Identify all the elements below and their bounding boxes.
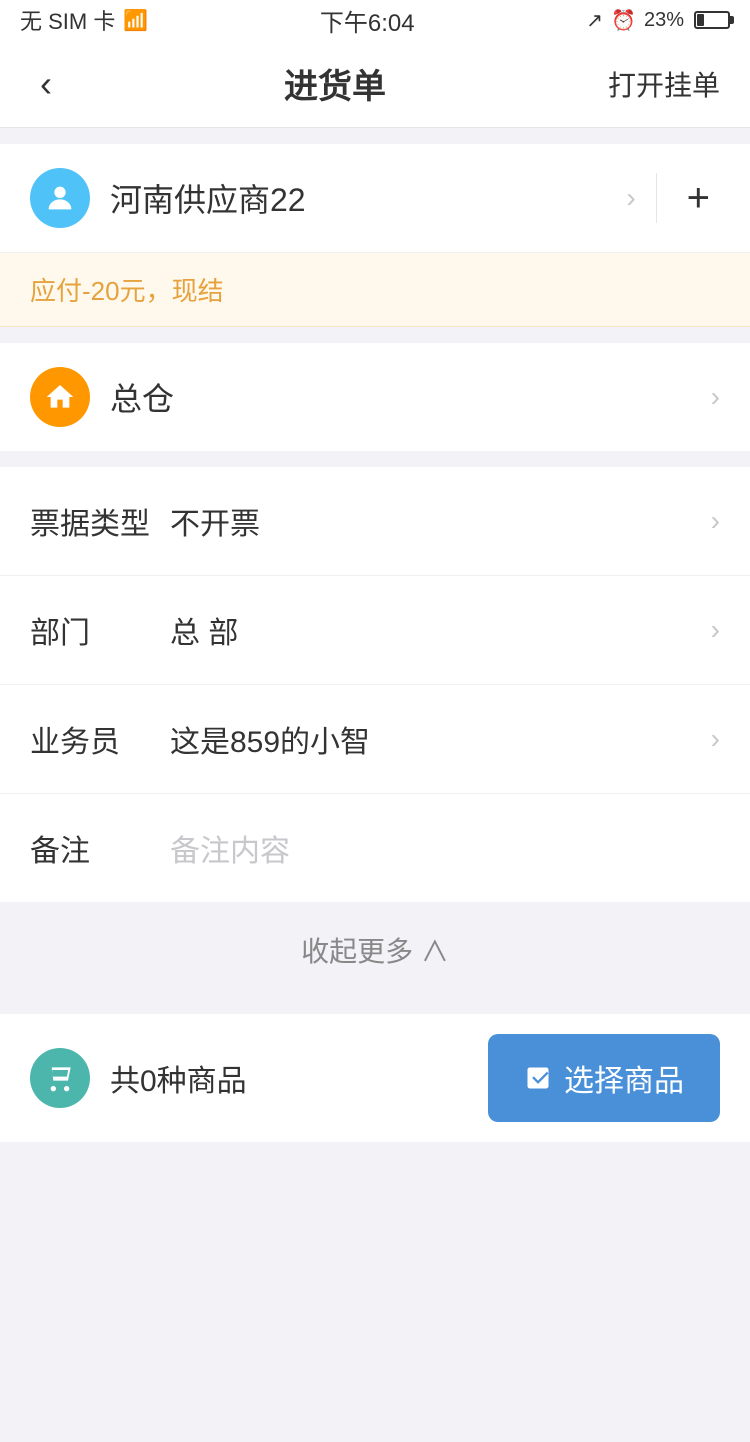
warning-bar: 应付-20元，现结: [0, 253, 750, 327]
alarm-icon: ⏰: [611, 8, 636, 33]
warehouse-label: 总仓: [110, 374, 711, 420]
select-product-label: 选择商品: [564, 1056, 684, 1100]
invoice-chevron-icon: ›: [711, 505, 720, 537]
supplier-avatar: [30, 168, 90, 228]
back-button[interactable]: ‹: [30, 53, 62, 115]
divider: [656, 173, 657, 223]
select-product-icon: [524, 1064, 552, 1092]
time-label: 下午6:04: [320, 3, 415, 38]
remark-row[interactable]: 备注 备注内容: [0, 794, 750, 902]
salesman-label: 业务员: [30, 717, 150, 761]
collapse-button[interactable]: 收起更多 ∧: [0, 902, 750, 998]
content: 河南供应商22 › + 应付-20元，现结 总仓 › 票据类型 不开票 › 部门…: [0, 144, 750, 1442]
invoice-value: 不开票: [150, 499, 711, 543]
salesman-chevron-icon: ›: [711, 723, 720, 755]
status-right: ↗ ⏰ 23%: [586, 8, 730, 33]
battery-icon: [694, 11, 730, 29]
department-row[interactable]: 部门 总 部 ›: [0, 576, 750, 685]
product-icon: [44, 1062, 76, 1094]
supplier-name: 河南供应商22: [110, 175, 626, 221]
location-icon: ↗: [586, 8, 603, 33]
product-count-label: 共0种商品: [110, 1056, 488, 1100]
department-label: 部门: [30, 608, 150, 652]
status-left: 无 SIM 卡 📶: [20, 4, 148, 36]
invoice-row[interactable]: 票据类型 不开票 ›: [0, 467, 750, 576]
collapse-label: 收起更多 ∧: [301, 930, 449, 970]
nav-bar: ‹ 进货单 打开挂单: [0, 40, 750, 128]
department-value: 总 部: [150, 608, 711, 652]
invoice-label: 票据类型: [30, 499, 150, 543]
remark-placeholder: 备注内容: [150, 826, 720, 870]
warehouse-chevron-icon: ›: [711, 381, 720, 413]
select-product-button[interactable]: 选择商品: [488, 1034, 720, 1122]
remark-label: 备注: [30, 826, 150, 870]
warehouse-row[interactable]: 总仓 ›: [0, 343, 750, 451]
supplier-arrow-icon: ›: [626, 182, 635, 214]
battery-percent: 23%: [644, 9, 684, 32]
warehouse-icon-wrap: [30, 367, 90, 427]
form-section: 票据类型 不开票 › 部门 总 部 › 业务员 这是859的小智 › 备注 备注…: [0, 467, 750, 902]
salesman-value: 这是859的小智: [150, 717, 711, 761]
bottom-bar: 共0种商品 选择商品: [0, 1014, 750, 1142]
open-pending-button[interactable]: 打开挂单: [608, 64, 720, 104]
supplier-row[interactable]: 河南供应商22 › +: [0, 144, 750, 253]
warning-text: 应付-20元，现结: [30, 276, 224, 306]
gray-area: [0, 1142, 750, 1442]
product-icon-wrap: [30, 1048, 90, 1108]
person-icon: [43, 181, 77, 215]
wifi-icon: 📶: [123, 8, 148, 33]
supplier-section: 河南供应商22 › + 应付-20元，现结: [0, 144, 750, 327]
page-title: 进货单: [284, 59, 386, 108]
status-bar: 无 SIM 卡 📶 下午6:04 ↗ ⏰ 23%: [0, 0, 750, 40]
warehouse-icon: [44, 381, 76, 413]
salesman-row[interactable]: 业务员 这是859的小智 ›: [0, 685, 750, 794]
carrier-label: 无 SIM 卡: [20, 4, 115, 36]
add-supplier-button[interactable]: +: [677, 176, 720, 221]
department-chevron-icon: ›: [711, 614, 720, 646]
